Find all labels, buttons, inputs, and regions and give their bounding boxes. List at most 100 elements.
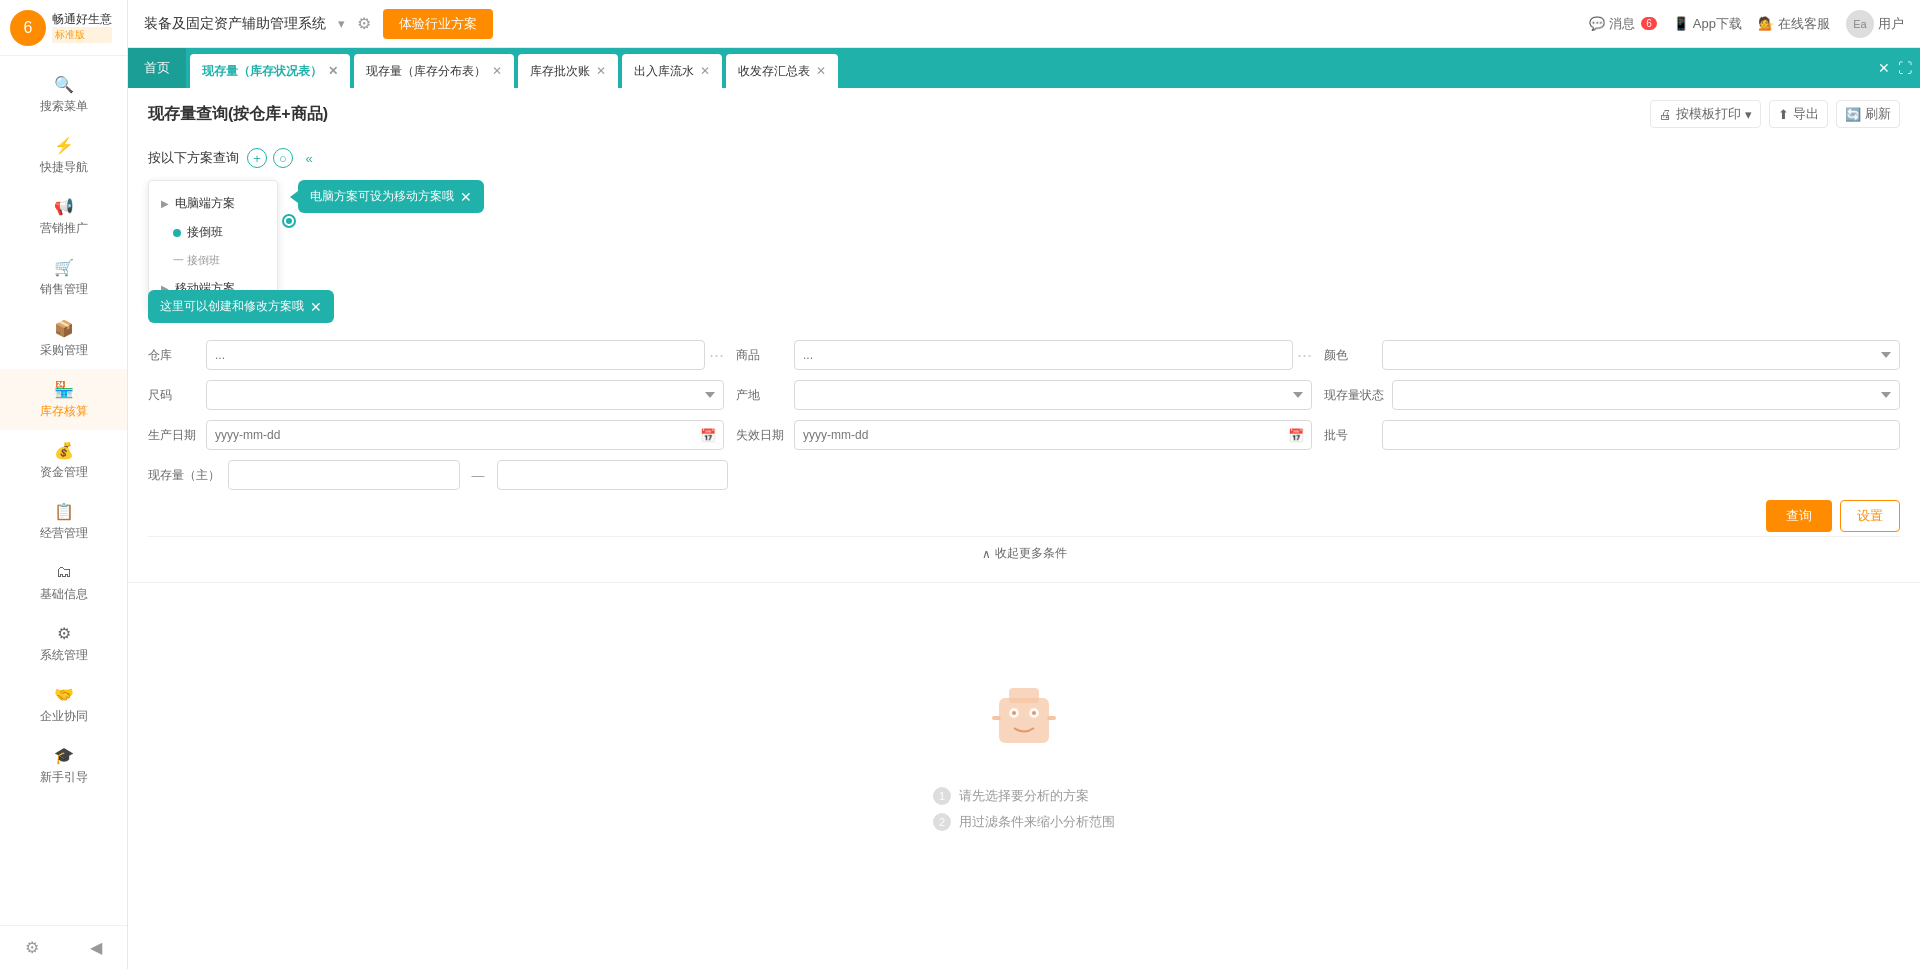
- tooltip-create-scheme: 这里可以创建和修改方案哦 ✕: [148, 290, 334, 323]
- origin-label: 产地: [736, 387, 786, 404]
- origin-select[interactable]: [794, 380, 1312, 410]
- tab-batch-ledger[interactable]: 库存批次账 ✕: [518, 54, 618, 88]
- goods-dots[interactable]: ···: [1297, 345, 1312, 366]
- sidebar-item-base[interactable]: 🗂 基础信息: [0, 552, 127, 613]
- phone-icon: 📱: [1673, 16, 1689, 31]
- message-btn[interactable]: 💬 消息 6: [1589, 15, 1657, 33]
- empty-state: 1 请先选择要分析的方案 2 用过滤条件来缩小分析范围: [128, 583, 1920, 915]
- print-dropdown-icon: ▾: [1745, 107, 1752, 122]
- sidebar-item-inventory[interactable]: 🏪 库存核算: [0, 369, 127, 430]
- sidebar-item-system[interactable]: ⚙ 系统管理: [0, 613, 127, 674]
- fullscreen-icon[interactable]: ⛶: [1898, 60, 1912, 76]
- stock-main-input-2[interactable]: [497, 460, 729, 490]
- app-download-btn[interactable]: 📱 App下载: [1673, 15, 1742, 33]
- filter-header: 按以下方案查询 + ○ «: [148, 148, 1900, 168]
- footer-collapse-btn[interactable]: ◀: [90, 938, 102, 957]
- filter-row-2: 尺码 产地 现存量状态: [148, 380, 1900, 410]
- stock-status-select[interactable]: [1392, 380, 1900, 410]
- reset-button[interactable]: 设置: [1840, 500, 1900, 532]
- sidebar-item-enterprise[interactable]: 🤝 企业协同: [0, 674, 127, 735]
- tab-close-1[interactable]: ✕: [492, 64, 502, 78]
- refresh-icon: 🔄: [1845, 107, 1861, 122]
- sidebar-item-marketing[interactable]: 📢 营销推广: [0, 186, 127, 247]
- tree-item-pc-sub2[interactable]: 一 接倒班: [149, 247, 277, 274]
- footer-settings-btn[interactable]: ⚙: [25, 938, 39, 957]
- header-dropdown-icon: ▾: [338, 16, 345, 31]
- prod-date-icon[interactable]: 📅: [700, 428, 716, 443]
- user-area[interactable]: Ea 用户: [1846, 10, 1904, 38]
- add-scheme-btn[interactable]: +: [247, 148, 267, 168]
- tab-inout-flow[interactable]: 出入库流水 ✕: [622, 54, 722, 88]
- export-icon: ⬆: [1778, 107, 1789, 122]
- expiry-date-icon[interactable]: 📅: [1288, 428, 1304, 443]
- main-content: 装备及固定资产辅助管理系统 ▾ ⚙ 体验行业方案 💬 消息 6 📱 App下载 …: [128, 0, 1920, 969]
- collapse-btn[interactable]: ∧ 收起更多条件: [148, 536, 1900, 570]
- stock-main-label: 现存量（主）: [148, 467, 220, 484]
- tab-home[interactable]: 首页: [128, 48, 186, 88]
- tree-item-pc-sub[interactable]: 接倒班: [149, 218, 277, 247]
- size-select[interactable]: [206, 380, 724, 410]
- batch-input[interactable]: [1382, 420, 1900, 450]
- prod-date-input[interactable]: [206, 420, 724, 450]
- tree-dot: [173, 229, 181, 237]
- empty-text-area: 1 请先选择要分析的方案 2 用过滤条件来缩小分析范围: [933, 783, 1115, 835]
- trial-button[interactable]: 体验行业方案: [383, 9, 493, 39]
- header-settings-icon[interactable]: ⚙: [357, 14, 371, 33]
- prod-date-label: 生产日期: [148, 427, 198, 444]
- message-icon: 💬: [1589, 16, 1605, 31]
- stock-status-label: 现存量状态: [1324, 387, 1384, 404]
- online-service-btn[interactable]: 💁 在线客服: [1758, 15, 1830, 33]
- warehouse-input[interactable]: [206, 340, 705, 370]
- empty-step-1: 1 请先选择要分析的方案: [933, 783, 1115, 809]
- stock-main-input[interactable]: [228, 460, 460, 490]
- avatar: Ea: [1846, 10, 1874, 38]
- tooltip-arrow: [290, 191, 298, 203]
- filter-stock-status: 现存量状态: [1324, 380, 1900, 410]
- sidebar-item-operation[interactable]: 📋 经营管理: [0, 491, 127, 552]
- filter-prod-date: 生产日期 📅: [148, 420, 724, 450]
- tooltip-pc-mobile: 电脑方案可设为移动方案哦 ✕: [298, 180, 484, 213]
- content-area: 现存量查询(按仓库+商品) 🖨 按模板打印 ▾ ⬆ 导出 🔄 刷新: [128, 88, 1920, 969]
- filter-color: 颜色: [1324, 340, 1900, 370]
- tooltip-close-1[interactable]: ✕: [460, 189, 472, 205]
- page-header: 现存量查询(按仓库+商品) 🖨 按模板打印 ▾ ⬆ 导出 🔄 刷新: [128, 88, 1920, 136]
- export-btn[interactable]: ⬆ 导出: [1769, 100, 1828, 128]
- tab-summary[interactable]: 收发存汇总表 ✕: [726, 54, 838, 88]
- goods-input[interactable]: [794, 340, 1293, 370]
- filter-stock-main: 现存量（主） —: [148, 460, 728, 490]
- color-select[interactable]: [1382, 340, 1900, 370]
- collapse-icon: ∧: [982, 547, 991, 561]
- search-button[interactable]: 查询: [1766, 500, 1832, 532]
- marketing-icon: 📢: [54, 196, 74, 216]
- sidebar-nav: 🔍 搜索菜单 ⚡ 快捷导航 📢 营销推广 🛒 销售管理 📦 采购管理 🏪 库存核…: [0, 56, 127, 925]
- filter-panel: 按以下方案查询 + ○ « ▶ 电脑端方案 接倒班: [128, 136, 1920, 583]
- print-btn[interactable]: 🖨 按模板打印 ▾: [1650, 100, 1761, 128]
- warehouse-dots[interactable]: ···: [709, 345, 724, 366]
- sidebar-item-finance[interactable]: 💰 资金管理: [0, 430, 127, 491]
- tab-inventory-status[interactable]: 现存量（库存状况表） ✕: [190, 54, 350, 88]
- logo-sub: 标准版: [52, 27, 112, 43]
- page-title: 现存量查询(按仓库+商品): [148, 104, 328, 125]
- tree-item-pc[interactable]: ▶ 电脑端方案: [149, 189, 277, 218]
- tab-inventory-dist[interactable]: 现存量（库存分布表） ✕: [354, 54, 514, 88]
- tab-close-4[interactable]: ✕: [816, 64, 826, 78]
- top-header: 装备及固定资产辅助管理系统 ▾ ⚙ 体验行业方案 💬 消息 6 📱 App下载 …: [128, 0, 1920, 48]
- tooltip-text-2: 这里可以创建和修改方案哦: [160, 298, 304, 315]
- sidebar-item-purchase[interactable]: 📦 采购管理: [0, 308, 127, 369]
- tab-close-3[interactable]: ✕: [700, 64, 710, 78]
- sidebar-item-guide[interactable]: 🎓 新手引导: [0, 735, 127, 796]
- tab-close-2[interactable]: ✕: [596, 64, 606, 78]
- close-all-icon[interactable]: ✕: [1878, 60, 1890, 76]
- sidebar-item-sales[interactable]: 🛒 销售管理: [0, 247, 127, 308]
- back-icon[interactable]: «: [299, 148, 319, 168]
- sidebar-item-search[interactable]: 🔍 搜索菜单: [0, 64, 127, 125]
- sales-icon: 🛒: [54, 257, 74, 277]
- refresh-btn[interactable]: 🔄 刷新: [1836, 100, 1900, 128]
- tab-close-0[interactable]: ✕: [328, 64, 338, 78]
- filter-goods: 商品 ···: [736, 340, 1312, 370]
- sidebar-item-quick[interactable]: ⚡ 快捷导航: [0, 125, 127, 186]
- filter-title: 按以下方案查询: [148, 149, 239, 167]
- tooltip-close-2[interactable]: ✕: [310, 299, 322, 315]
- expiry-date-input[interactable]: [794, 420, 1312, 450]
- edit-scheme-btn[interactable]: ○: [273, 148, 293, 168]
